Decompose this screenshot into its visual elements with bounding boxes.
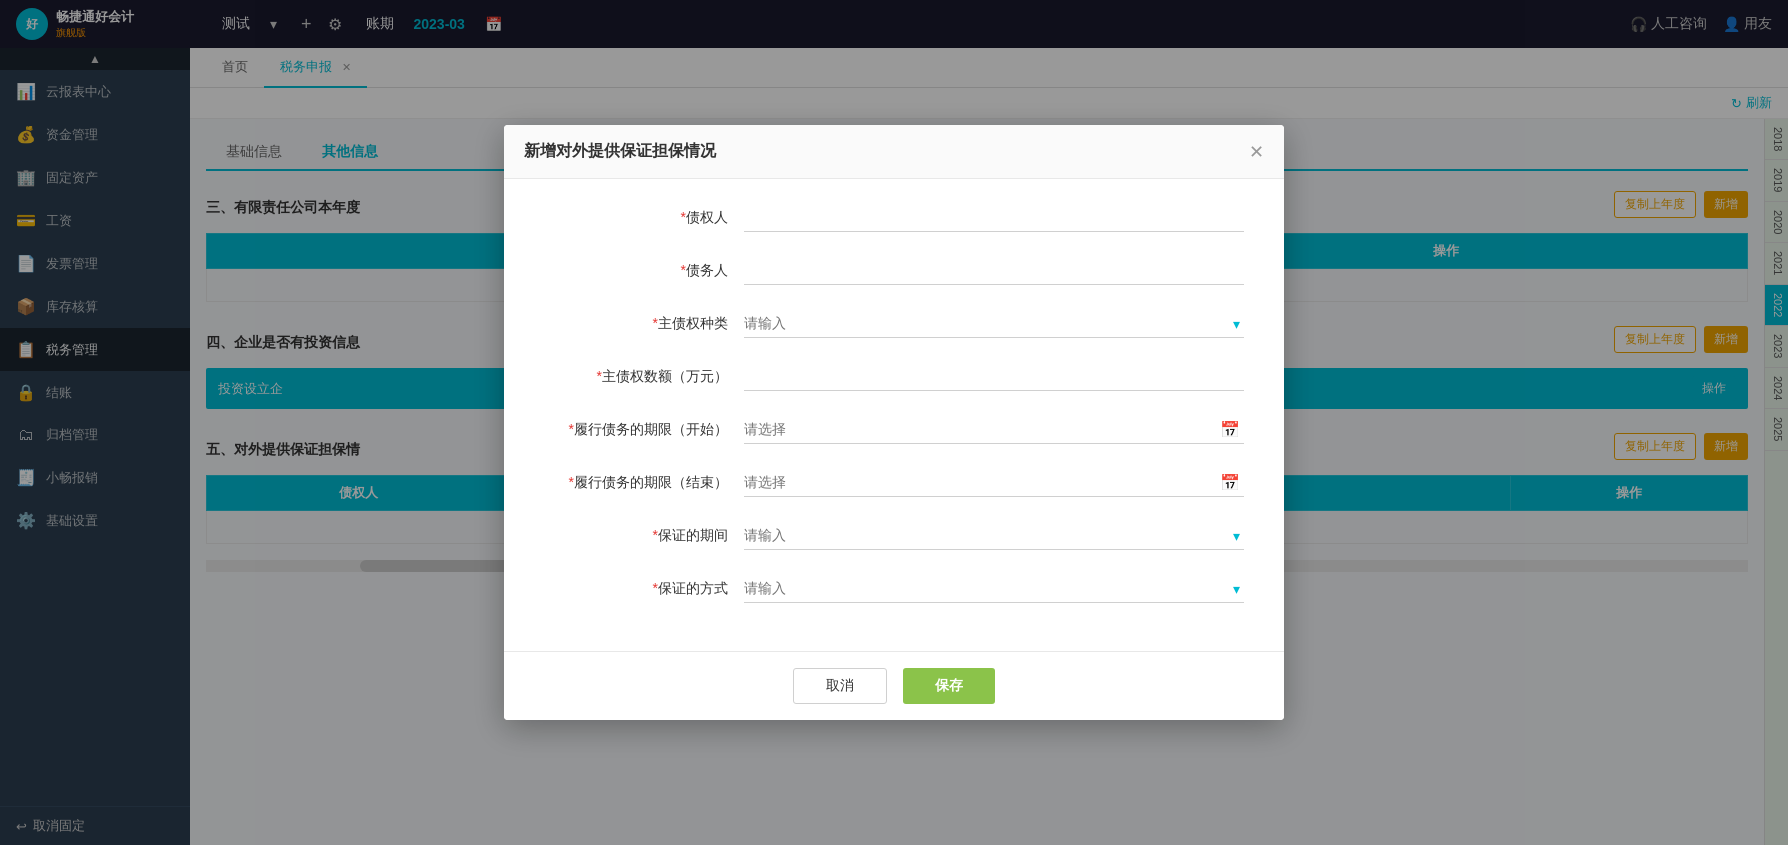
calendar-icon-debt-period-end[interactable]: 📅 <box>1220 473 1240 492</box>
save-button[interactable]: 保存 <box>903 668 995 704</box>
modal-overlay: 新增对外提供保证担保情况 ✕ *债权人*债务人*主债权种类▾*主债权数额（万元）… <box>0 0 1788 845</box>
form-row-guarantee-period: *保证的期间▾ <box>544 521 1244 550</box>
modal-close-button[interactable]: ✕ <box>1249 143 1264 161</box>
date-wrap-debt-period-start: 📅 <box>744 415 1244 444</box>
required-mark-guarantee-method: * <box>653 580 658 596</box>
required-mark-debtor: * <box>681 262 686 278</box>
modal-dialog: 新增对外提供保证担保情况 ✕ *债权人*债务人*主债权种类▾*主债权数额（万元）… <box>504 125 1284 720</box>
modal-footer: 取消 保存 <box>504 651 1284 720</box>
form-row-creditor-amount: *主债权数额（万元） <box>544 362 1244 391</box>
input-wrap-creditor-amount <box>744 362 1244 391</box>
select-wrap-guarantee-period: ▾ <box>744 521 1244 550</box>
required-mark-creditor-type: * <box>653 315 658 331</box>
label-creditor-amount: *主债权数额（万元） <box>544 368 744 386</box>
date-input-debt-period-end[interactable] <box>744 468 1244 497</box>
label-debt-period-start: *履行债务的期限（开始） <box>544 421 744 439</box>
required-mark-debt-period-start: * <box>569 421 574 437</box>
select-guarantee-period[interactable] <box>744 521 1244 550</box>
form-row-debt-period-end: *履行债务的期限（结束） 📅 <box>544 468 1244 497</box>
label-guarantee-period: *保证的期间 <box>544 527 744 545</box>
required-mark-guarantee-period: * <box>653 527 658 543</box>
label-creditor-type: *主债权种类 <box>544 315 744 333</box>
required-mark-debt-period-end: * <box>569 474 574 490</box>
label-guarantee-method: *保证的方式 <box>544 580 744 598</box>
required-mark-creditor-amount: * <box>597 368 602 384</box>
required-mark-creditor: * <box>681 209 686 225</box>
modal-header: 新增对外提供保证担保情况 ✕ <box>504 125 1284 179</box>
select-creditor-type[interactable] <box>744 309 1244 338</box>
input-wrap-creditor <box>744 203 1244 232</box>
modal-title: 新增对外提供保证担保情况 <box>524 141 716 162</box>
calendar-icon-debt-period-start[interactable]: 📅 <box>1220 420 1240 439</box>
form-row-debt-period-start: *履行债务的期限（开始） 📅 <box>544 415 1244 444</box>
cancel-button[interactable]: 取消 <box>793 668 887 704</box>
input-debtor[interactable] <box>744 256 1244 285</box>
form-row-creditor: *债权人 <box>544 203 1244 232</box>
input-creditor-amount[interactable] <box>744 362 1244 391</box>
form-row-guarantee-method: *保证的方式▾ <box>544 574 1244 603</box>
form-row-creditor-type: *主债权种类▾ <box>544 309 1244 338</box>
select-wrap-creditor-type: ▾ <box>744 309 1244 338</box>
select-guarantee-method[interactable] <box>744 574 1244 603</box>
modal-body: *债权人*债务人*主债权种类▾*主债权数额（万元）*履行债务的期限（开始）📅*履… <box>504 179 1284 651</box>
date-wrap-debt-period-end: 📅 <box>744 468 1244 497</box>
label-creditor: *债权人 <box>544 209 744 227</box>
label-debtor: *债务人 <box>544 262 744 280</box>
label-debt-period-end: *履行债务的期限（结束） <box>544 474 744 492</box>
form-row-debtor: *债务人 <box>544 256 1244 285</box>
date-input-debt-period-start[interactable] <box>744 415 1244 444</box>
input-creditor[interactable] <box>744 203 1244 232</box>
select-wrap-guarantee-method: ▾ <box>744 574 1244 603</box>
input-wrap-debtor <box>744 256 1244 285</box>
